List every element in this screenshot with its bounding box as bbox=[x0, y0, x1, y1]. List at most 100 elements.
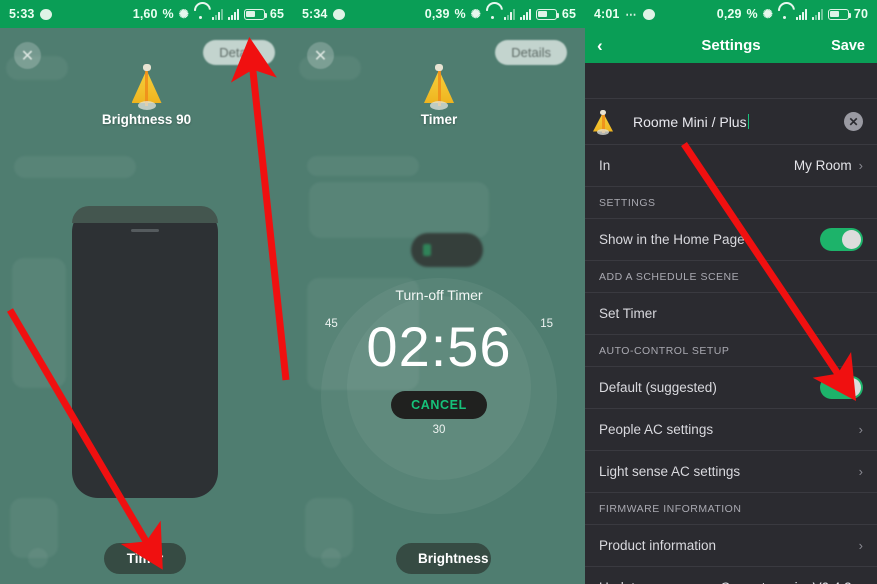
tick-label-45: 45 bbox=[325, 318, 338, 330]
bottom-pill-timer[interactable]: Timer bbox=[104, 543, 186, 574]
status-left-3: 4:01 ⋯ bbox=[594, 7, 656, 21]
settings-top-gap bbox=[585, 63, 877, 99]
bluetooth-icon: ✺ bbox=[762, 7, 773, 21]
chevron-right-icon: › bbox=[859, 580, 863, 584]
lamp-icon bbox=[422, 62, 456, 110]
section-header-schedule: ADD A SCHEDULE SCENE bbox=[585, 261, 877, 293]
bluetooth-icon: ✺ bbox=[178, 7, 189, 21]
status-bar-2: 5:34 0,39 % ✺ 65 bbox=[293, 0, 585, 28]
ghost-card-left-big bbox=[12, 258, 66, 388]
battery-icon bbox=[243, 8, 268, 20]
ghost-card-device-row bbox=[309, 182, 489, 238]
battery-percent: 70 bbox=[853, 7, 868, 21]
message-bubble-icon bbox=[643, 8, 656, 20]
bottom-pill-brightness[interactable]: Brightness bbox=[396, 543, 491, 574]
app-screen-2: ✕ Details Timer Turn-off Timer 02:56 45 … bbox=[293, 28, 585, 584]
ghost-dot-bl bbox=[28, 548, 48, 568]
people-ac-settings-row[interactable]: People AC settings › bbox=[585, 409, 877, 451]
device-name-row[interactable]: Roome Mini / Plus ✕ bbox=[585, 99, 877, 145]
set-timer-label: Set Timer bbox=[599, 306, 657, 321]
battery-icon bbox=[827, 8, 852, 20]
device-name-input[interactable]: Roome Mini / Plus bbox=[633, 114, 747, 130]
data-rate-value: 0,39 bbox=[424, 7, 450, 21]
room-row-value: My Room bbox=[793, 158, 852, 173]
tick-label-30: 30 bbox=[432, 424, 446, 436]
chevron-right-icon: › bbox=[858, 422, 863, 437]
save-button[interactable]: Save bbox=[831, 38, 865, 54]
ghost-dot-bl bbox=[321, 548, 341, 568]
data-rate-value: 0,29 bbox=[716, 7, 742, 21]
show-home-page-toggle[interactable] bbox=[820, 228, 863, 251]
ghost-card-ml bbox=[14, 156, 136, 178]
lamp-icon bbox=[130, 62, 164, 110]
default-suggested-toggle[interactable] bbox=[820, 376, 863, 399]
data-rate-unit: % bbox=[454, 7, 466, 21]
product-information-row[interactable]: Product information › bbox=[585, 525, 877, 567]
people-ac-right: › bbox=[859, 422, 863, 437]
tick-label-15: 15 bbox=[540, 318, 553, 330]
update-label: Update bbox=[599, 580, 643, 584]
data-rate-value: 1,60 bbox=[132, 7, 158, 21]
people-ac-settings-label: People AC settings bbox=[599, 422, 714, 437]
signal-bars-sim1-icon bbox=[795, 8, 807, 20]
back-chevron-icon[interactable]: ‹ bbox=[597, 37, 603, 54]
update-version-value: Current versionV0.4.3 bbox=[720, 580, 851, 584]
turn-off-timer-title: Turn-off Timer bbox=[395, 287, 483, 303]
update-row[interactable]: Update Current versionV0.4.3 › bbox=[585, 567, 877, 584]
signal-bars-sim2-icon bbox=[811, 8, 823, 20]
signal-bars-sim2-icon bbox=[227, 8, 239, 20]
status-left-1: 5:33 bbox=[9, 7, 53, 21]
status-time: 5:33 bbox=[9, 7, 35, 21]
light-sense-ac-settings-row[interactable]: Light sense AC settings › bbox=[585, 451, 877, 493]
wifi-icon bbox=[194, 9, 207, 20]
wifi-icon bbox=[778, 9, 791, 20]
room-row-value-group: My Room › bbox=[794, 158, 863, 173]
status-time: 4:01 bbox=[594, 7, 620, 21]
default-suggested-label: Default (suggested) bbox=[599, 380, 717, 395]
room-row[interactable]: In My Room › bbox=[585, 145, 877, 187]
phone-screen-settings: 4:01 ⋯ 0,29 % ✺ 70 ‹ Settings Save Roome… bbox=[585, 0, 877, 584]
section-header-autocontrol: AUTO-CONTROL SETUP bbox=[585, 335, 877, 367]
light-sense-right: › bbox=[859, 464, 863, 479]
device-state-label: Brightness 90 bbox=[101, 112, 192, 127]
settings-navbar: ‹ Settings Save bbox=[585, 28, 877, 63]
status-right-3: 0,29 % ✺ 70 bbox=[717, 7, 868, 21]
message-bubble-icon bbox=[40, 8, 53, 20]
text-caret bbox=[747, 114, 750, 129]
phone-screen-brightness: 5:33 1,60 % ✺ 65 ✕ Details Brightness 90… bbox=[0, 0, 293, 584]
signal-bars-sim1-icon bbox=[211, 8, 223, 20]
more-dots-icon: ⋯ bbox=[625, 8, 638, 21]
set-timer-row[interactable]: Set Timer bbox=[585, 293, 877, 335]
battery-percent: 65 bbox=[561, 7, 576, 21]
power-toggle-blurred[interactable] bbox=[411, 233, 483, 267]
default-suggested-row[interactable]: Default (suggested) bbox=[585, 367, 877, 409]
app-screen-1: ✕ Details Brightness 90 Timer bbox=[0, 28, 293, 584]
ghost-card-ml bbox=[307, 156, 419, 176]
phone-mockup-overlay bbox=[72, 206, 218, 498]
cancel-button[interactable]: CANCEL bbox=[391, 391, 487, 419]
clear-icon[interactable]: ✕ bbox=[844, 112, 863, 131]
details-button[interactable]: Details bbox=[495, 40, 567, 65]
status-right-2: 0,39 % ✺ 65 bbox=[425, 7, 576, 21]
status-left-2: 5:34 bbox=[302, 7, 346, 21]
wifi-icon bbox=[486, 9, 499, 20]
close-icon[interactable]: ✕ bbox=[307, 42, 334, 69]
details-button[interactable]: Details bbox=[203, 40, 275, 65]
chevron-right-icon: › bbox=[858, 538, 863, 553]
signal-bars-sim1-icon bbox=[503, 8, 515, 20]
battery-icon bbox=[535, 8, 560, 20]
device-state-label: Timer bbox=[420, 112, 458, 127]
section-header-firmware: FIRMWARE INFORMATION bbox=[585, 493, 877, 525]
show-home-page-row[interactable]: Show in the Home Page bbox=[585, 219, 877, 261]
close-icon[interactable]: ✕ bbox=[14, 42, 41, 69]
status-bar-1: 5:33 1,60 % ✺ 65 bbox=[0, 0, 293, 28]
show-home-page-label: Show in the Home Page bbox=[599, 232, 745, 247]
room-row-label: In bbox=[599, 158, 611, 173]
lamp-icon bbox=[593, 109, 617, 135]
bluetooth-icon: ✺ bbox=[470, 7, 481, 21]
phone-screen-timer: 5:34 0,39 % ✺ 65 ✕ Details Timer Turn-of… bbox=[293, 0, 585, 584]
battery-percent: 65 bbox=[269, 7, 284, 21]
product-information-right: › bbox=[859, 538, 863, 553]
product-information-label: Product information bbox=[599, 538, 717, 553]
section-header-settings: SETTINGS bbox=[585, 187, 877, 219]
